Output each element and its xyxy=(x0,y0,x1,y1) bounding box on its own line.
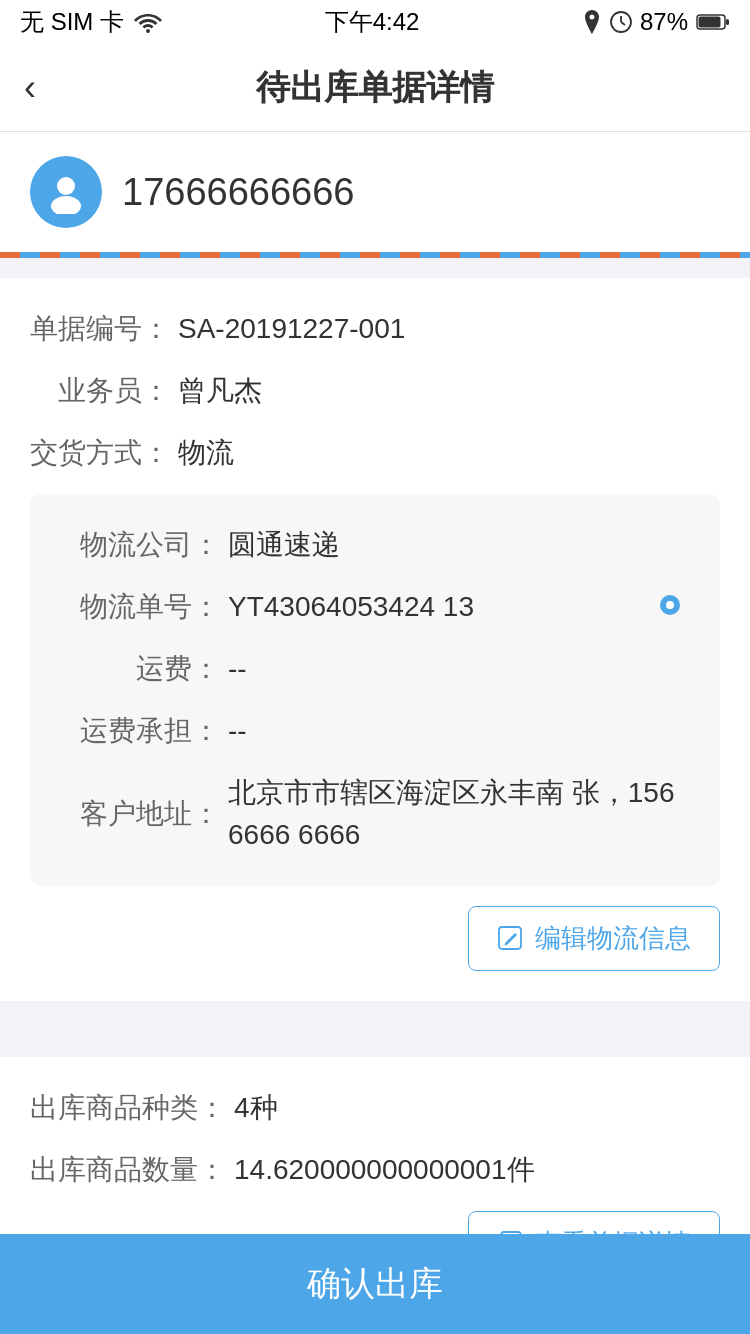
back-button[interactable]: ‹ xyxy=(24,67,36,109)
tracking-location-icon[interactable] xyxy=(650,587,690,627)
delivery-method-value: 物流 xyxy=(178,432,720,474)
goods-types-value: 4种 xyxy=(234,1087,720,1129)
nav-bar: ‹ 待出库单据详情 xyxy=(0,44,750,132)
edit-logistics-button[interactable]: 编辑物流信息 xyxy=(468,906,720,971)
logistics-company-label: 物流公司： xyxy=(60,524,220,566)
salesperson-value: 曾凡杰 xyxy=(178,370,720,412)
customer-header: 17666666666 xyxy=(0,132,750,252)
confirm-button[interactable]: 确认出库 xyxy=(307,1261,443,1307)
goods-quantity-label: 出库商品数量： xyxy=(30,1149,226,1191)
clock-icon xyxy=(610,11,632,33)
address-row: 客户地址： 北京市市辖区海淀区永丰南 张，156 6666 6666 xyxy=(60,772,690,856)
edit-logistics-section: 编辑物流信息 xyxy=(30,906,720,971)
status-bar-right: 87% xyxy=(582,8,730,36)
logistics-tracking-row: 物流单号： YT43064053424 13 xyxy=(60,586,690,628)
freight-label: 运费： xyxy=(60,648,220,690)
delivery-method-label: 交货方式： xyxy=(30,432,170,474)
section-divider xyxy=(0,1021,750,1037)
freight-bearer-label: 运费承担： xyxy=(60,710,220,752)
svg-point-7 xyxy=(51,196,81,214)
freight-bearer-value: -- xyxy=(228,710,690,752)
svg-rect-5 xyxy=(726,19,729,25)
svg-rect-4 xyxy=(699,17,721,28)
delivery-method-row: 交货方式： 物流 xyxy=(30,432,720,474)
location-nav-icon xyxy=(582,10,602,34)
address-label: 客户地址： xyxy=(60,793,220,835)
logistics-card: 物流公司： 圆通速递 物流单号： YT43064053424 13 运费： --… xyxy=(30,494,720,886)
basic-info-section: 单据编号： SA-20191227-001 业务员： 曾凡杰 交货方式： 物流 … xyxy=(0,278,750,1001)
battery-icon xyxy=(696,13,730,31)
status-bar-left: 无 SIM 卡 xyxy=(20,6,162,38)
confirm-bar: 确认出库 xyxy=(0,1234,750,1334)
logistics-company-row: 物流公司： 圆通速递 xyxy=(60,524,690,566)
wifi-icon xyxy=(134,11,162,33)
goods-types-row: 出库商品种类： 4种 xyxy=(30,1087,720,1129)
customer-phone: 17666666666 xyxy=(122,171,354,214)
document-number-row: 单据编号： SA-20191227-001 xyxy=(30,308,720,350)
document-number-value: SA-20191227-001 xyxy=(178,308,720,350)
dashed-separator xyxy=(0,252,750,258)
svg-line-2 xyxy=(621,22,625,25)
carrier-label: 无 SIM 卡 xyxy=(20,6,124,38)
logistics-tracking-value: YT43064053424 13 xyxy=(228,586,640,628)
battery-label: 87% xyxy=(640,8,688,36)
svg-point-6 xyxy=(57,177,75,195)
address-value: 北京市市辖区海淀区永丰南 张，156 6666 6666 xyxy=(228,772,690,856)
document-number-label: 单据编号： xyxy=(30,308,170,350)
freight-value: -- xyxy=(228,648,690,690)
goods-quantity-value: 14.620000000000001件 xyxy=(234,1149,720,1191)
logistics-tracking-label: 物流单号： xyxy=(60,586,220,628)
goods-quantity-row: 出库商品数量： 14.620000000000001件 xyxy=(30,1149,720,1191)
user-icon xyxy=(44,170,88,214)
freight-row: 运费： -- xyxy=(60,648,690,690)
status-bar: 无 SIM 卡 下午4:42 87% xyxy=(0,0,750,44)
freight-bearer-row: 运费承担： -- xyxy=(60,710,690,752)
customer-avatar xyxy=(30,156,102,228)
edit-icon xyxy=(497,925,525,953)
status-bar-time: 下午4:42 xyxy=(325,6,420,38)
salesperson-label: 业务员： xyxy=(30,370,170,412)
page-title: 待出库单据详情 xyxy=(256,65,494,111)
logistics-company-value: 圆通速递 xyxy=(228,524,690,566)
salesperson-row: 业务员： 曾凡杰 xyxy=(30,370,720,412)
goods-types-label: 出库商品种类： xyxy=(30,1087,226,1129)
